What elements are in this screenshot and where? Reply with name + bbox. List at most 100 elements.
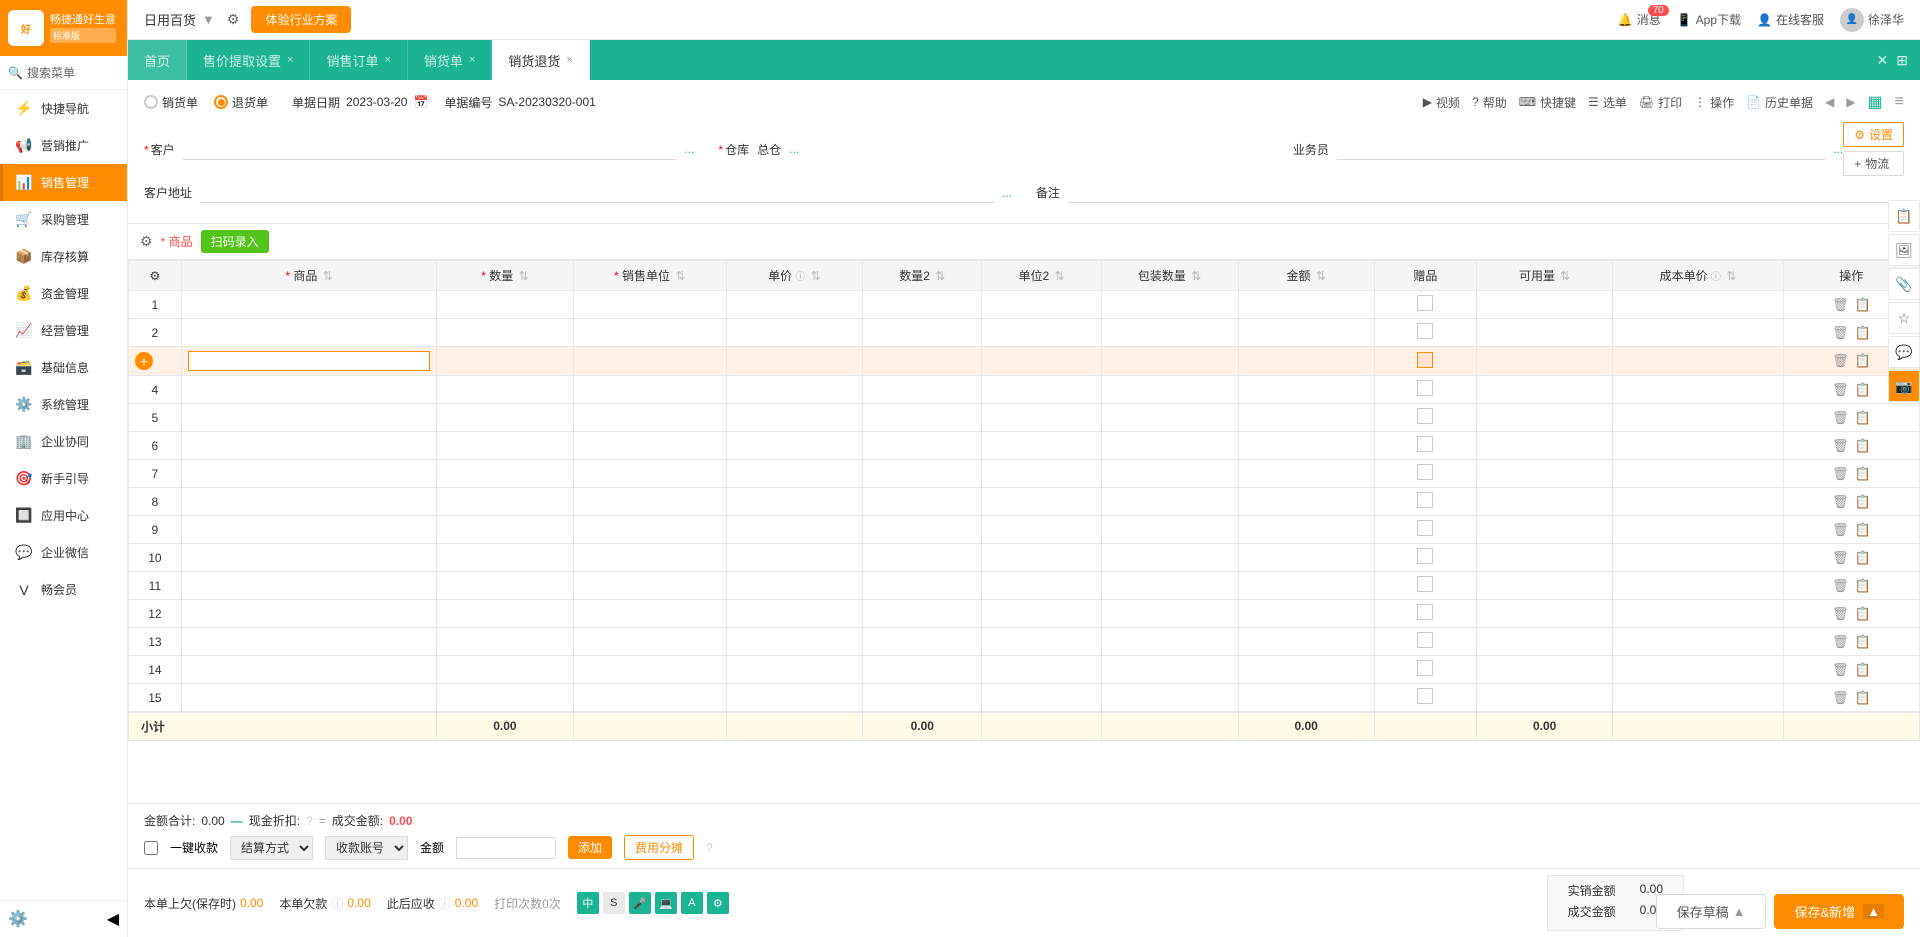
unit-price-cell[interactable] (726, 291, 862, 319)
copy-row-icon[interactable]: 📋 (1854, 353, 1870, 369)
copy-row-icon[interactable]: 📋 (1854, 606, 1870, 622)
list-view-icon[interactable]: ≡ (1895, 93, 1904, 111)
col-sort-icon[interactable]: ⇅ (1726, 269, 1736, 283)
right-note-icon[interactable]: 📋 (1888, 200, 1920, 232)
help-btn[interactable]: ? 帮助 (1472, 94, 1507, 111)
settlement-select[interactable]: 结算方式 (230, 836, 313, 860)
tab-sales-delivery[interactable]: 销货单 × (408, 40, 492, 80)
app-download-btn[interactable]: 📱 App下载 (1677, 11, 1741, 28)
available-cell[interactable] (1477, 319, 1613, 347)
cost-price-cell[interactable] (1613, 319, 1783, 347)
amount-cell-active[interactable] (1238, 347, 1374, 376)
tool-settings-icon[interactable]: ⚙ (707, 892, 729, 914)
tool-mic-icon[interactable]: 🎤 (629, 892, 651, 914)
history-btn[interactable]: 📄 历史单据 (1746, 94, 1813, 111)
sidebar-item-shortcut[interactable]: ⚡ 快捷导航 (0, 90, 127, 127)
quantity-cell-active[interactable] (437, 347, 573, 376)
col-sort-icon[interactable]: ⇅ (1316, 269, 1326, 283)
delete-row-icon[interactable]: 🗑 (1832, 550, 1849, 566)
pack-qty-cell[interactable] (1101, 291, 1238, 319)
add-payment-btn[interactable]: 添加 (568, 836, 612, 859)
quantity2-cell[interactable] (863, 291, 982, 319)
quantity-cell[interactable] (437, 291, 573, 319)
operation-btn[interactable]: ⋮ 操作 (1694, 94, 1734, 111)
receivable-help[interactable]: ⓘ (439, 895, 451, 912)
select-btn[interactable]: ☰ 选单 (1588, 94, 1627, 111)
delete-row-icon[interactable]: 🗑 (1832, 353, 1849, 369)
copy-row-icon[interactable]: 📋 (1854, 438, 1870, 454)
address-input[interactable] (200, 182, 994, 203)
shortcut-btn[interactable]: ⌨ 快捷键 (1519, 94, 1576, 111)
tool-a-icon[interactable]: A (681, 892, 703, 914)
sidebar-item-enterprise[interactable]: 🏢 企业协同 (0, 423, 127, 460)
video-btn[interactable]: ▶ 视频 (1423, 94, 1460, 111)
sidebar-item-purchase[interactable]: 🛒 采购管理 (0, 201, 127, 238)
salesperson-input[interactable] (1337, 139, 1825, 160)
tab-home[interactable]: 首页 (128, 40, 187, 80)
copy-row-icon[interactable]: 📋 (1854, 325, 1870, 341)
right-image-icon[interactable]: 🖼 (1888, 234, 1920, 266)
unit2-cell[interactable] (982, 319, 1101, 347)
close-tab-icon[interactable]: ✕ (1877, 52, 1889, 69)
available-cell-active[interactable] (1477, 347, 1613, 376)
copy-row-icon[interactable]: 📋 (1854, 494, 1870, 510)
gift-cell-active[interactable] (1374, 347, 1476, 376)
address-more-btn[interactable]: ... (1002, 186, 1012, 200)
scan-input-btn[interactable]: 扫码录入 (201, 230, 269, 253)
product-cell[interactable] (181, 291, 437, 319)
settings-icon[interactable]: ⚙️ (8, 909, 28, 929)
online-service-btn[interactable]: 👤 在线客服 (1757, 11, 1824, 28)
gift-cell[interactable] (1374, 291, 1476, 319)
right-camera-icon[interactable]: 📷 (1888, 370, 1920, 402)
sidebar-item-inventory[interactable]: 📦 库存核算 (0, 238, 127, 275)
unit-price-cell-active[interactable] (726, 347, 862, 376)
sidebar-item-system[interactable]: ⚙️ 系统管理 (0, 386, 127, 423)
account-select[interactable]: 收款账号 (325, 836, 408, 860)
fee-split-btn[interactable]: 费用分摊 (624, 835, 694, 860)
col-sort-icon[interactable]: ⇅ (1191, 269, 1201, 283)
unit-price-cell[interactable] (726, 319, 862, 347)
save-new-btn[interactable]: 保存&新增 ▲ (1774, 894, 1904, 929)
installment-help[interactable]: ⓘ (331, 895, 343, 912)
gift-cell[interactable] (1374, 319, 1476, 347)
pack-qty-cell-active[interactable] (1101, 347, 1238, 376)
tool-zh-icon[interactable]: 中 (577, 892, 599, 914)
delete-row-icon[interactable]: 🗑 (1832, 297, 1849, 313)
copy-row-icon[interactable]: 📋 (1854, 522, 1870, 538)
available-cell[interactable] (1477, 291, 1613, 319)
product-cell-active[interactable] (181, 347, 437, 376)
col-sort-icon[interactable]: ⇅ (519, 269, 529, 283)
next-record-icon[interactable]: ▶ (1846, 95, 1855, 109)
delete-row-icon[interactable]: 🗑 (1832, 410, 1849, 426)
copy-row-icon[interactable]: 📋 (1854, 297, 1870, 313)
industry-selector[interactable]: 日用百货 ▼ (144, 10, 215, 29)
table-gear-icon[interactable]: ⚙ (140, 233, 153, 250)
copy-row-icon[interactable]: 📋 (1854, 382, 1870, 398)
sales-unit-cell[interactable] (573, 291, 726, 319)
sidebar-item-finance[interactable]: 💰 资金管理 (0, 275, 127, 312)
quantity2-cell[interactable] (863, 319, 982, 347)
tab-close-icon[interactable]: × (469, 54, 475, 66)
copy-row-icon[interactable]: 📋 (1854, 410, 1870, 426)
sidebar-item-wechat[interactable]: 💬 企业微信 (0, 534, 127, 571)
one-click-payment-checkbox[interactable] (144, 841, 158, 855)
user-menu[interactable]: 👤 徐泽华 (1840, 8, 1904, 32)
sidebar-item-basic[interactable]: 🗃️ 基础信息 (0, 349, 127, 386)
radio-return[interactable]: 退货单 (214, 94, 268, 111)
delete-row-icon[interactable]: 🗑 (1832, 494, 1849, 510)
right-star-icon[interactable]: ☆ (1888, 302, 1920, 334)
tool-pc-icon[interactable]: 💻 (655, 892, 677, 914)
data-table-container[interactable]: ⚙ * 商品 ⇅ * 数量 ⇅ * 销售单位 ⇅ (128, 260, 1920, 803)
sidebar-item-operations[interactable]: 📈 经营管理 (0, 312, 127, 349)
dropdown-arrow[interactable]: ▲ (1733, 904, 1746, 919)
col-sort-icon[interactable]: ⇅ (675, 269, 685, 283)
sidebar-item-member[interactable]: V 畅会员 (0, 571, 127, 608)
amount-cell[interactable] (1238, 319, 1374, 347)
tab-active-close-icon[interactable]: × (566, 54, 572, 66)
delete-row-icon[interactable]: 🗑 (1832, 634, 1849, 650)
save-draft-btn[interactable]: 保存草稿 ▲ (1656, 894, 1767, 929)
col-sort-icon[interactable]: ⇅ (1560, 269, 1570, 283)
tab-price-settings[interactable]: 售价提取设置 × (187, 40, 310, 80)
delete-row-icon[interactable]: 🗑 (1832, 382, 1849, 398)
delete-row-icon[interactable]: 🗑 (1832, 466, 1849, 482)
